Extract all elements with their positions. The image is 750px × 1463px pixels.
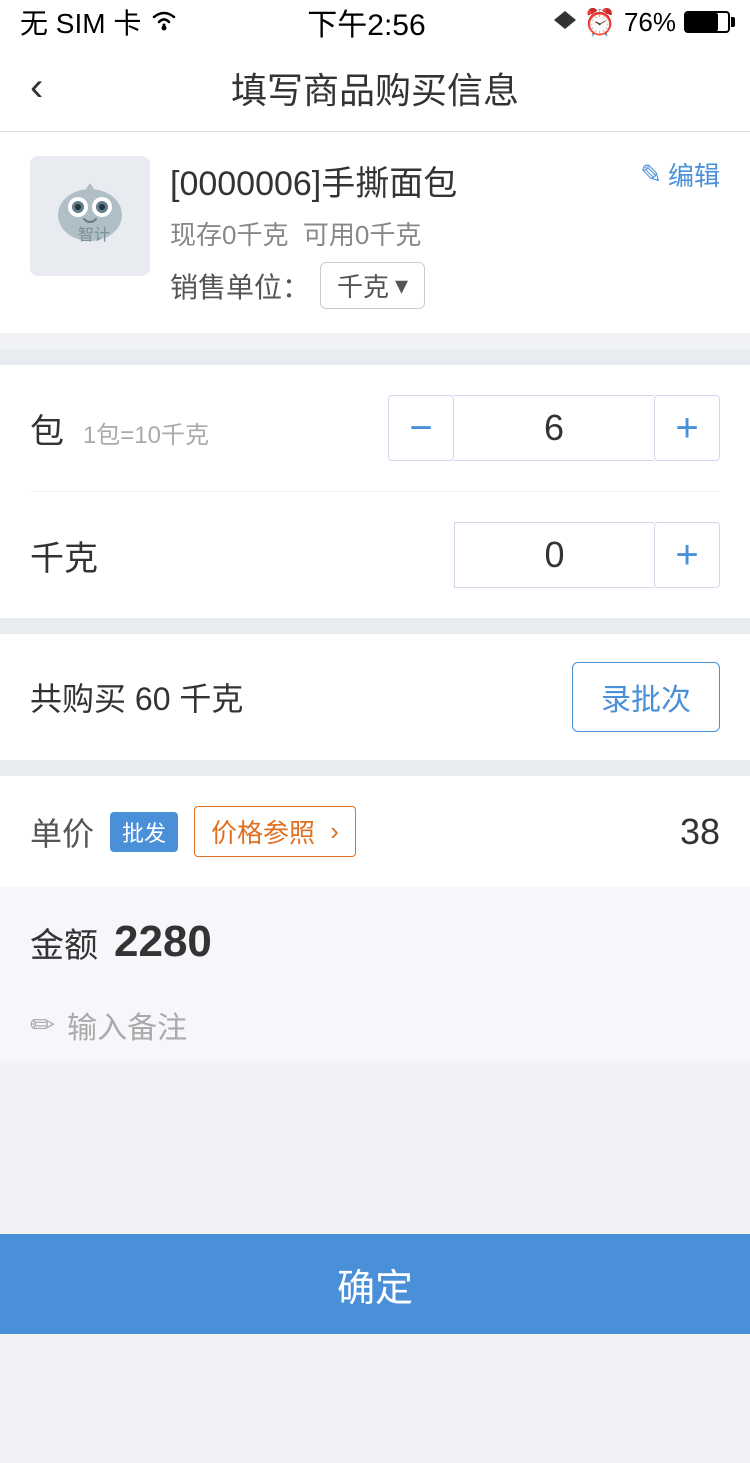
section-divider-3 bbox=[0, 760, 750, 776]
increment-kg-button[interactable]: + bbox=[654, 522, 720, 588]
status-bar: 无 SIM 卡 下午2:56 ⏰ 76% bbox=[0, 0, 750, 44]
increment-bao-button[interactable]: + bbox=[654, 395, 720, 461]
quantity-bao-input[interactable] bbox=[454, 395, 654, 461]
edit-button[interactable]: ✎ 编辑 bbox=[640, 156, 720, 193]
product-info: [0000006]手撕面包 现存0千克 可用0千克 销售单位： 千克 ▾ bbox=[170, 156, 720, 309]
nav-bar: ‹ 填写商品购买信息 bbox=[0, 44, 750, 132]
decrement-bao-button[interactable]: − bbox=[388, 395, 454, 461]
remark-placeholder: 输入备注 bbox=[67, 1003, 187, 1047]
quantity-label-bao: 包 1包=10千克 bbox=[30, 404, 209, 453]
product-name: [0000006]手撕面包 bbox=[170, 156, 720, 205]
quantity-row-kg: 千克 + bbox=[30, 492, 720, 618]
status-right: ⏰ 76% bbox=[554, 7, 730, 38]
pencil-icon: ✏ bbox=[30, 1008, 55, 1043]
product-image: 智计 bbox=[30, 156, 150, 276]
price-badge: 批发 bbox=[110, 812, 178, 852]
price-label: 单价 bbox=[30, 809, 94, 855]
wifi-icon bbox=[149, 6, 179, 38]
chevron-right-icon: › bbox=[330, 816, 339, 847]
quantity-control-kg: + bbox=[454, 522, 720, 588]
remark-row[interactable]: ✏ 输入备注 bbox=[30, 987, 720, 1063]
confirm-label: 确定 bbox=[337, 1257, 413, 1312]
unit-selector[interactable]: 千克 ▾ bbox=[320, 262, 425, 309]
section-divider-1 bbox=[0, 349, 750, 365]
chevron-down-icon: ▾ bbox=[395, 270, 408, 301]
section-divider-2 bbox=[0, 618, 750, 634]
price-value: 38 bbox=[680, 811, 720, 853]
product-logo: 智计 bbox=[50, 175, 130, 257]
summary-text: 共购买 60 千克 bbox=[30, 674, 243, 720]
product-stock: 现存0千克 可用0千克 bbox=[170, 215, 720, 252]
amount-value: 2280 bbox=[114, 917, 212, 967]
edit-icon: ✎ bbox=[640, 159, 662, 190]
back-button[interactable]: ‹ bbox=[30, 65, 43, 110]
confirm-button[interactable]: 确定 bbox=[0, 1234, 750, 1334]
amount-label: 金额 bbox=[30, 918, 98, 967]
status-left: 无 SIM 卡 bbox=[20, 2, 179, 42]
amount-section: 金额 2280 ✏ 输入备注 bbox=[0, 887, 750, 1063]
product-card: 智计 [0000006]手撕面包 现存0千克 可用0千克 销售单位： 千克 ▾ … bbox=[0, 132, 750, 333]
quantity-control-bao: − + bbox=[388, 395, 720, 461]
price-row: 单价 批发 价格参照 › 38 bbox=[0, 776, 750, 887]
svg-text:智计: 智计 bbox=[78, 226, 110, 244]
quantity-label-kg: 千克 bbox=[30, 531, 98, 580]
batch-button[interactable]: 录批次 bbox=[572, 662, 720, 732]
location-icon bbox=[554, 7, 576, 38]
quantity-section: 包 1包=10千克 − + 千克 + bbox=[0, 365, 750, 618]
status-time: 下午2:56 bbox=[307, 0, 425, 44]
summary-section: 共购买 60 千克 录批次 bbox=[0, 634, 750, 760]
battery-percent: 76% bbox=[624, 7, 676, 38]
carrier-label: 无 SIM 卡 bbox=[20, 2, 141, 42]
quantity-row-bao: 包 1包=10千克 − + bbox=[30, 365, 720, 492]
alarm-icon: ⏰ bbox=[584, 7, 616, 38]
battery-icon bbox=[684, 11, 730, 33]
amount-row: 金额 2280 bbox=[30, 917, 720, 967]
page-title: 填写商品购买信息 bbox=[231, 62, 519, 114]
quantity-kg-input[interactable] bbox=[454, 522, 654, 588]
price-reference-button[interactable]: 价格参照 › bbox=[194, 806, 356, 857]
product-unit-row: 销售单位： 千克 ▾ bbox=[170, 262, 720, 309]
